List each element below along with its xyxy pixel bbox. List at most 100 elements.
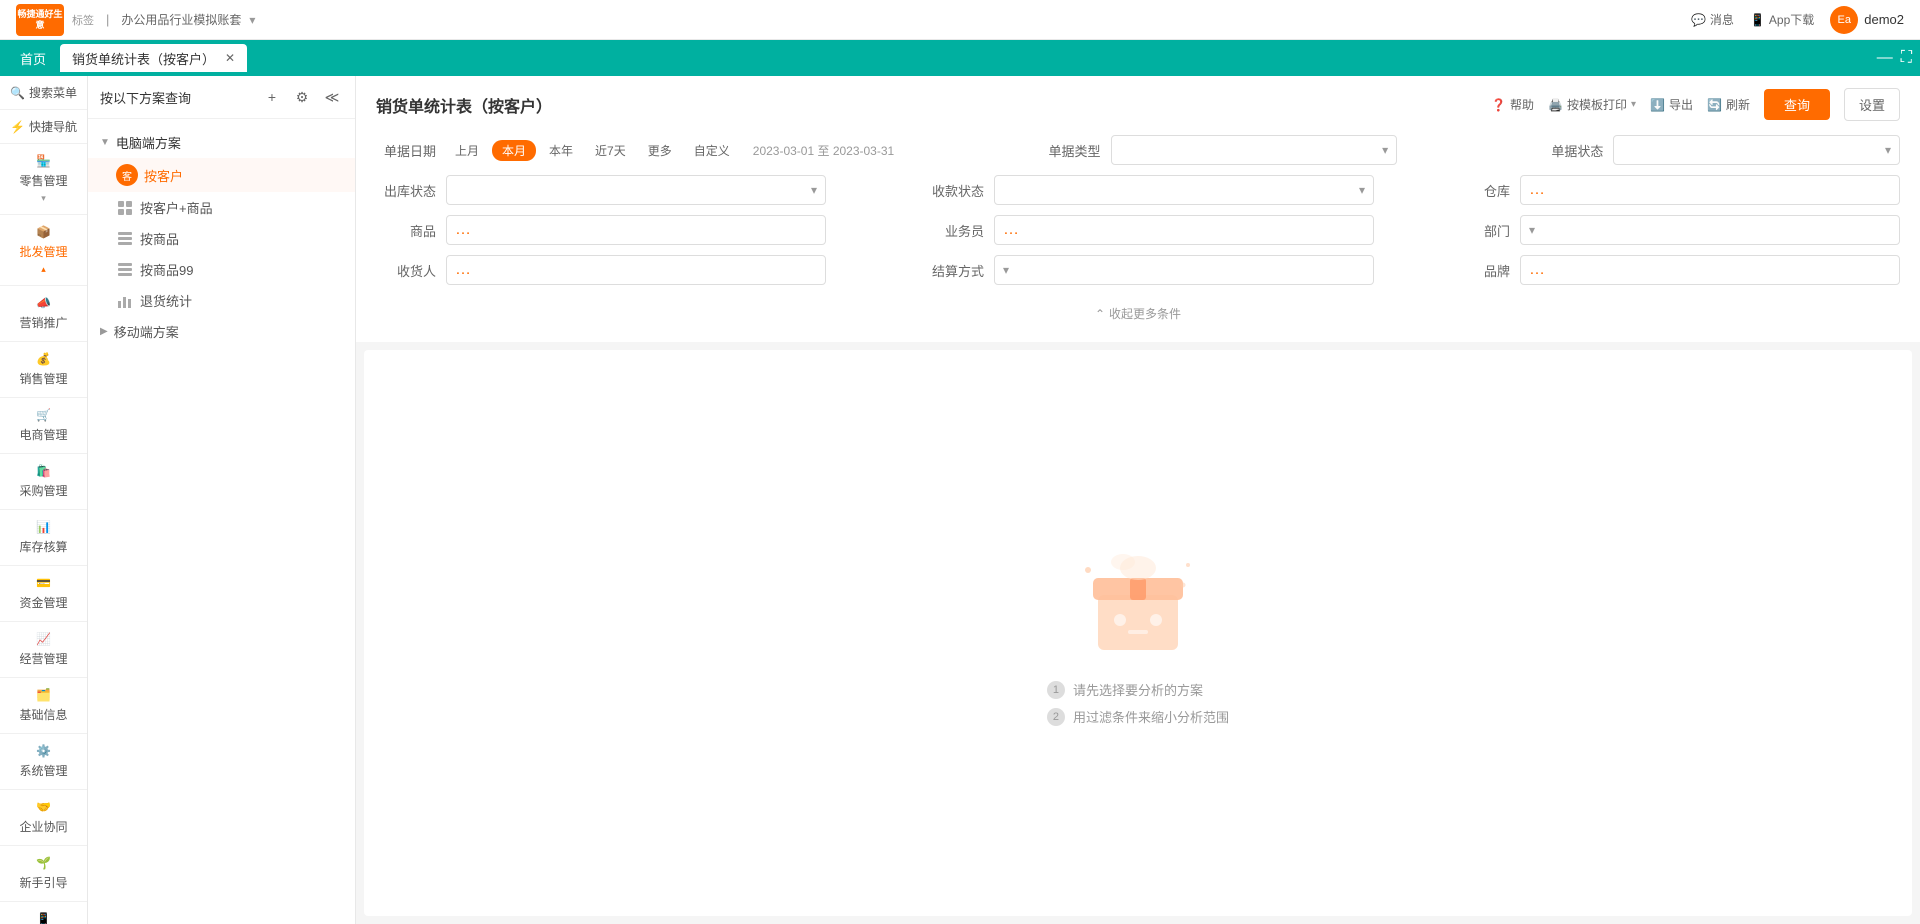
scheme-header: 按以下方案查询 + ⚙ ≪ — [88, 76, 355, 119]
message-btn[interactable]: 💬 消息 — [1691, 11, 1734, 28]
tab-bar-actions: — ⛶ — [1877, 49, 1912, 67]
tree-item-return-stat[interactable]: 退货统计 — [88, 285, 355, 316]
logo: 畅捷通好生意 — [16, 4, 64, 36]
sidebar-search[interactable]: 🔍 搜索菜单 — [0, 76, 87, 110]
tree-item-by-customer-goods[interactable]: 按客户+商品 — [88, 192, 355, 223]
sales-icon: 💰 — [36, 352, 51, 366]
sidebar-item-inventory[interactable]: 📊 库存核算 — [0, 510, 87, 566]
date-btn-this-year[interactable]: 本年 — [540, 139, 582, 162]
sidebar-item-appcenter[interactable]: 📱 应用中心 — [0, 902, 87, 924]
scheme-add-btn[interactable]: + — [261, 86, 283, 108]
top-bar-left: 畅捷通好生意 标签 | 办公用品行业模拟账套 ▾ — [16, 4, 255, 36]
sidebar-item-newbie[interactable]: 🌱 新手引导 — [0, 846, 87, 902]
user-menu[interactable]: Ea demo2 — [1830, 6, 1904, 34]
main-panel: 销货单统计表（按客户） ❓ 帮助 🖨️ 按模板打印 ▾ ⬇️ — [356, 76, 1920, 924]
date-btn-more[interactable]: 更多 — [639, 139, 681, 162]
goods-select[interactable]: … — [446, 215, 826, 245]
appcenter-icon: 📱 — [36, 912, 51, 924]
receiver-select[interactable]: … — [446, 255, 826, 285]
collapse-btn[interactable]: ⌃ 收起更多条件 — [1089, 299, 1187, 328]
refresh-btn[interactable]: 🔄 刷新 — [1707, 96, 1750, 113]
print-btn[interactable]: 🖨️ 按模板打印 ▾ — [1548, 96, 1636, 113]
brand-select[interactable]: … — [1520, 255, 1900, 285]
sidebar-item-purchase[interactable]: 🛍️ 采购管理 — [0, 454, 87, 510]
date-btn-this-month[interactable]: 本月 — [492, 140, 536, 161]
help-btn[interactable]: ❓ 帮助 — [1491, 96, 1534, 113]
tab-sales-stat[interactable]: 销货单统计表（按客户） ✕ — [60, 44, 247, 72]
filter-row-1: 单据日期 上月 本月 本年 近7天 更多 自定义 2023-03-01 至 20… — [376, 135, 1900, 165]
app-download-btn[interactable]: 📱 App下载 — [1750, 11, 1814, 28]
department-label: 部门 — [1480, 221, 1510, 240]
sidebar-quicknav[interactable]: ⚡ 快捷导航 — [0, 110, 87, 144]
marketing-icon: 📣 — [36, 296, 51, 310]
enterprise-icon: 🤝 — [36, 800, 51, 814]
sidebar-item-retail[interactable]: 🏪 零售管理 ▾ — [0, 144, 87, 215]
app-subtitle: 标签 — [72, 12, 94, 28]
tab-minimize-icon[interactable]: — — [1877, 49, 1893, 67]
pay-status-select[interactable]: ▾ — [994, 175, 1374, 205]
tree-arrow-mobile: ▶ — [100, 326, 108, 337]
settings-button[interactable]: 设置 — [1844, 88, 1900, 121]
sidebar-item-enterprise[interactable]: 🤝 企业协同 — [0, 790, 87, 846]
date-range-text: 2023-03-01 至 2023-03-31 — [753, 142, 894, 159]
status-select[interactable]: ▾ — [1613, 135, 1900, 165]
filter-row-2: 出库状态 ▾ 收款状态 ▾ 仓库 — [376, 175, 1900, 205]
system-icon: ⚙️ — [36, 744, 51, 758]
department-select[interactable]: ▾ — [1520, 215, 1900, 245]
scheme-header-icons: + ⚙ ≪ — [261, 86, 343, 108]
sidebar-item-finance[interactable]: 💳 资金管理 — [0, 566, 87, 622]
settlement-select[interactable]: ▾ — [994, 255, 1374, 285]
finance-icon: 💳 — [36, 576, 51, 590]
tab-home[interactable]: 首页 — [8, 44, 58, 72]
warehouse-select[interactable]: … — [1520, 175, 1900, 205]
settings-icon: ⚙ — [296, 89, 309, 106]
scheme-tree: ▼ 电脑端方案 客 按客户 — [88, 119, 355, 355]
refresh-icon: 🔄 — [1707, 98, 1722, 112]
sidebar-item-ecommerce[interactable]: 🛒 电商管理 — [0, 398, 87, 454]
empty-state: 1 请先选择要分析的方案 2 用过滤条件来缩小分析范围 — [364, 350, 1912, 916]
type-select[interactable]: ▾ — [1111, 135, 1398, 165]
tree-item-by-customer[interactable]: 客 按客户 — [88, 158, 355, 192]
collapse-icon: ≪ — [325, 89, 340, 106]
status-select-chevron: ▾ — [1885, 143, 1891, 157]
sidebar-item-marketing[interactable]: 📣 营销推广 — [0, 286, 87, 342]
top-bar: 畅捷通好生意 标签 | 办公用品行业模拟账套 ▾ 💬 消息 📱 App下载 Ea… — [0, 0, 1920, 40]
settlement-chevron: ▾ — [1003, 263, 1009, 277]
tree-item-by-goods[interactable]: 按商品 — [88, 223, 355, 254]
filter-area: 单据日期 上月 本月 本年 近7天 更多 自定义 2023-03-01 至 20… — [356, 127, 1920, 342]
date-btn-custom[interactable]: 自定义 — [685, 139, 739, 162]
sidebar-item-system[interactable]: ⚙️ 系统管理 — [0, 734, 87, 790]
sidebar-item-operations[interactable]: 📈 经营管理 — [0, 622, 87, 678]
out-status-label: 出库状态 — [376, 181, 436, 200]
sidebar-item-sales[interactable]: 💰 销售管理 — [0, 342, 87, 398]
top-title-dropdown[interactable]: ▾ — [249, 13, 255, 27]
query-button[interactable]: 查询 — [1764, 89, 1830, 120]
scheme-table2-icon — [116, 261, 134, 279]
print-icon: 🖨️ — [1548, 98, 1563, 112]
date-label: 单据日期 — [376, 141, 436, 160]
tab-maximize-icon[interactable]: ⛶ — [1901, 49, 1912, 67]
sidebar-item-basic[interactable]: 🗂️ 基础信息 — [0, 678, 87, 734]
status-label: 单据状态 — [1551, 141, 1603, 160]
tree-item-by-goods-99[interactable]: 按商品99 — [88, 254, 355, 285]
out-status-chevron: ▾ — [811, 183, 817, 197]
date-btns: 上月 本月 本年 近7天 更多 自定义 — [446, 139, 739, 162]
scheme-settings-btn[interactable]: ⚙ — [291, 86, 313, 108]
salesperson-select[interactable]: … — [994, 215, 1374, 245]
search-icon: 🔍 — [10, 86, 25, 100]
out-status-select[interactable]: ▾ — [446, 175, 826, 205]
export-btn[interactable]: ⬇️ 导出 — [1650, 96, 1693, 113]
date-btn-last-7[interactable]: 近7天 — [586, 139, 635, 162]
tree-group-desktop-header[interactable]: ▼ 电脑端方案 — [88, 127, 355, 158]
date-btn-last-month[interactable]: 上月 — [446, 139, 488, 162]
scheme-header-title: 按以下方案查询 — [100, 88, 191, 107]
message-icon: 💬 — [1691, 13, 1706, 27]
tree-group-mobile-header[interactable]: ▶ 移动端方案 — [88, 316, 355, 347]
scheme-collapse-btn[interactable]: ≪ — [321, 86, 343, 108]
inventory-icon: 📊 — [36, 520, 51, 534]
sidebar-item-wholesale[interactable]: 📦 批发管理 ▴ — [0, 215, 87, 286]
wholesale-icon: 📦 — [36, 225, 51, 239]
tab-close-icon[interactable]: ✕ — [225, 51, 235, 65]
scheme-active-icon: 客 — [116, 164, 138, 186]
salesperson-label: 业务员 — [932, 221, 984, 240]
